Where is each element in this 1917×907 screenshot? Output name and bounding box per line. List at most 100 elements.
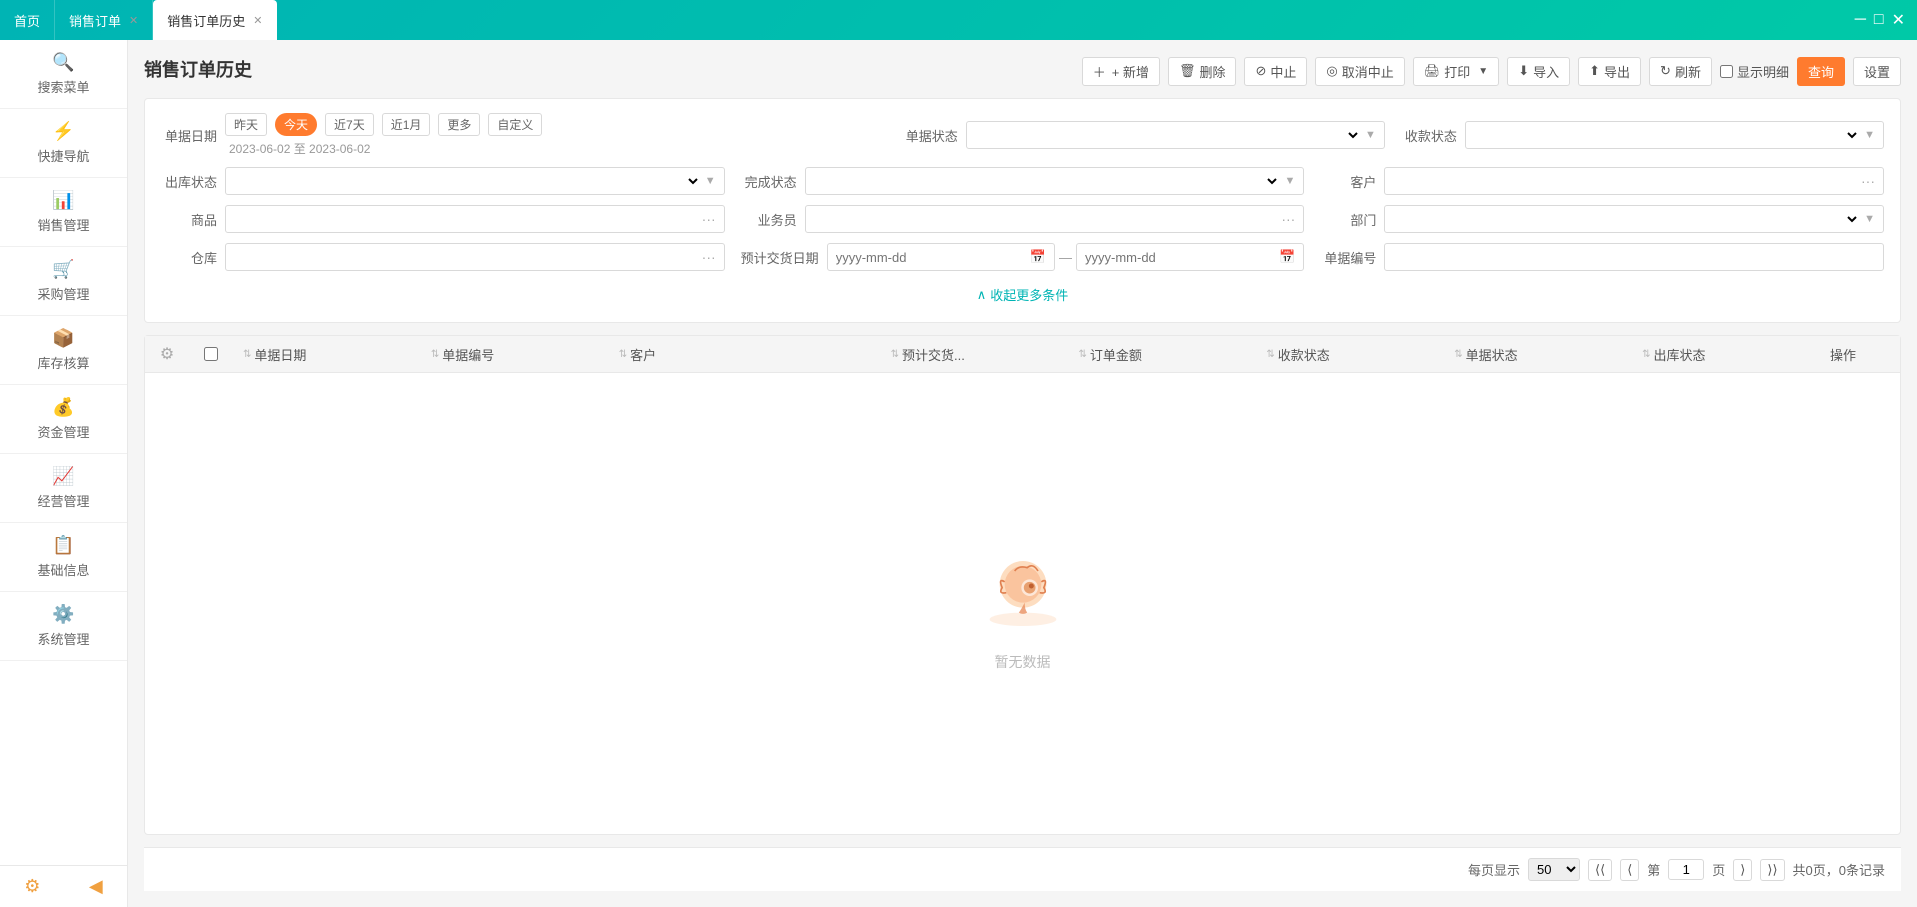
sidebar-bottom: ⚙ ◀: [0, 865, 127, 907]
th-delivery-label: 预计交货...: [902, 345, 965, 364]
tab-sales-order[interactable]: 销售订单 ✕: [55, 0, 153, 40]
page-number-input[interactable]: 1: [1668, 859, 1704, 880]
query-button[interactable]: 查询: [1797, 57, 1845, 86]
warehouse-input[interactable]: [234, 250, 698, 265]
prev-page-button[interactable]: ⟨: [1620, 859, 1639, 881]
page-label: 页: [1712, 860, 1725, 879]
sidebar-settings-icon[interactable]: ⚙: [24, 876, 40, 897]
refresh-button[interactable]: ↻ 刷新: [1649, 57, 1712, 86]
display-col-input[interactable]: [1720, 65, 1733, 78]
table-settings-icon[interactable]: ⚙: [160, 344, 174, 364]
department-select[interactable]: [1393, 211, 1860, 228]
th-settings[interactable]: ⚙: [145, 344, 189, 364]
sidebar-item-purchase-mgmt[interactable]: 🛒 采购管理: [0, 247, 127, 316]
settings-button[interactable]: 设置: [1853, 57, 1901, 86]
th-delivery-status-sort-icon: ⇅: [1642, 349, 1650, 360]
product-dots-icon[interactable]: ···: [702, 211, 716, 227]
display-col-checkbox[interactable]: 显示明细: [1720, 62, 1789, 81]
stop-button[interactable]: ⊘ 中止: [1244, 57, 1307, 86]
customer-control[interactable]: ···: [1384, 167, 1884, 195]
delivery-status-control[interactable]: ▼: [225, 167, 725, 195]
delivery-date-start-input[interactable]: [836, 250, 1026, 265]
collapse-row[interactable]: ∧ 收起更多条件: [161, 281, 1884, 308]
sidebar-item-fund-mgmt[interactable]: 💰 资金管理: [0, 385, 127, 454]
print-button[interactable]: 🖨 打印 ▼: [1413, 57, 1499, 86]
th-number[interactable]: ⇅ 单据编号: [421, 345, 609, 364]
tab-sales-order-label: 销售订单: [69, 11, 121, 30]
salesperson-control[interactable]: ···: [805, 205, 1305, 233]
print-icon: 🖨: [1424, 63, 1441, 79]
window-minimize-icon[interactable]: ─: [1855, 11, 1866, 29]
th-checkbox[interactable]: [189, 347, 233, 361]
product-input[interactable]: [234, 212, 698, 227]
sidebar-item-fund-mgmt-label: 资金管理: [37, 422, 89, 441]
new-button[interactable]: ＋ + 新增: [1082, 57, 1160, 86]
th-customer[interactable]: ⇅ 客户: [609, 345, 881, 364]
tab-sales-order-close[interactable]: ✕: [129, 14, 138, 27]
order-status-control[interactable]: ▼: [966, 121, 1385, 149]
th-amount-sort-icon: ⇅: [1078, 349, 1086, 360]
delivery-status-select[interactable]: [234, 173, 701, 190]
th-delivery[interactable]: ⇅ 预计交货...: [881, 345, 1069, 364]
sidebar-item-inventory-mgmt[interactable]: 📦 库存核算: [0, 316, 127, 385]
date-tag-more[interactable]: 更多: [438, 113, 480, 136]
first-page-button[interactable]: ⟨⟨: [1588, 859, 1612, 881]
customer-dots-icon[interactable]: ···: [1861, 173, 1875, 189]
tab-sales-order-history[interactable]: 销售订单历史 ✕: [153, 0, 277, 40]
th-order-status[interactable]: ⇅ 单据状态: [1444, 345, 1632, 364]
sidebar-item-operation-mgmt[interactable]: 📈 经营管理: [0, 454, 127, 523]
import-button[interactable]: ⬇ 导入: [1507, 57, 1570, 86]
th-action: 操作: [1820, 345, 1900, 364]
date-tag-today[interactable]: 今天: [275, 113, 317, 136]
date-tag-custom[interactable]: 自定义: [488, 113, 542, 136]
th-delivery-status[interactable]: ⇅ 出库状态: [1632, 345, 1820, 364]
tab-sales-order-history-close[interactable]: ✕: [253, 14, 262, 27]
sidebar-collapse-icon[interactable]: ◀: [89, 876, 103, 897]
next-page-button[interactable]: ⟩: [1733, 859, 1752, 881]
receipt-status-control[interactable]: ▼: [1465, 121, 1884, 149]
order-number-control[interactable]: [1384, 243, 1884, 271]
customer-input[interactable]: [1393, 174, 1857, 189]
th-date[interactable]: ⇅ 单据日期: [233, 345, 421, 364]
window-maximize-icon[interactable]: □: [1874, 11, 1884, 29]
cancel-stop-button[interactable]: ◎ 取消中止: [1315, 57, 1404, 86]
th-amount-label: 订单金额: [1090, 345, 1142, 364]
completion-status-control[interactable]: ▼: [805, 167, 1305, 195]
delivery-date-end-control[interactable]: 📅: [1076, 243, 1304, 271]
sidebar-item-system-mgmt[interactable]: ⚙️ 系统管理: [0, 592, 127, 661]
sidebar-item-search-menu[interactable]: 🔍 搜索菜单: [0, 40, 127, 109]
receipt-status-select[interactable]: [1474, 127, 1860, 144]
delete-button[interactable]: 🗑 删除: [1168, 57, 1237, 86]
sidebar-item-basic-info[interactable]: 📋 基础信息: [0, 523, 127, 592]
date-tag-1month[interactable]: 近1月: [382, 113, 431, 136]
th-amount[interactable]: ⇅ 订单金额: [1068, 345, 1256, 364]
filter-order-number-item: 单据编号: [1320, 243, 1884, 271]
sidebar-item-sales-mgmt[interactable]: 📊 销售管理: [0, 178, 127, 247]
window-close-icon[interactable]: ✕: [1892, 10, 1905, 30]
date-separator: —: [1059, 250, 1072, 265]
order-status-select[interactable]: [975, 127, 1361, 144]
completion-status-select[interactable]: [814, 173, 1281, 190]
date-tag-7days[interactable]: 近7天: [325, 113, 374, 136]
salesperson-input[interactable]: [814, 212, 1278, 227]
filter-salesperson-item: 业务员 ···: [741, 205, 1305, 233]
product-control[interactable]: ···: [225, 205, 725, 233]
table-select-all-checkbox[interactable]: [204, 347, 218, 361]
department-control[interactable]: ▼: [1384, 205, 1884, 233]
last-page-button[interactable]: ⟩⟩: [1760, 859, 1784, 881]
date-tag-yesterday[interactable]: 昨天: [225, 113, 267, 136]
tab-home[interactable]: 首页: [0, 0, 55, 40]
sidebar-item-quick-nav[interactable]: ⚡ 快捷导航: [0, 109, 127, 178]
export-button[interactable]: ⬆ 导出: [1578, 57, 1641, 86]
warehouse-dots-icon[interactable]: ···: [702, 249, 716, 265]
page-size-select[interactable]: 50 10 20 100: [1528, 858, 1580, 881]
th-receipt-status[interactable]: ⇅ 收款状态: [1256, 345, 1444, 364]
calendar-end-icon[interactable]: 📅: [1279, 249, 1295, 265]
order-number-input[interactable]: [1393, 250, 1875, 265]
delivery-date-end-input[interactable]: [1085, 250, 1275, 265]
delivery-date-start-control[interactable]: 📅: [827, 243, 1055, 271]
calendar-start-icon[interactable]: 📅: [1030, 249, 1046, 265]
salesperson-dots-icon[interactable]: ···: [1281, 211, 1295, 227]
warehouse-control[interactable]: ···: [225, 243, 725, 271]
basic-info-icon: 📋: [52, 535, 74, 556]
